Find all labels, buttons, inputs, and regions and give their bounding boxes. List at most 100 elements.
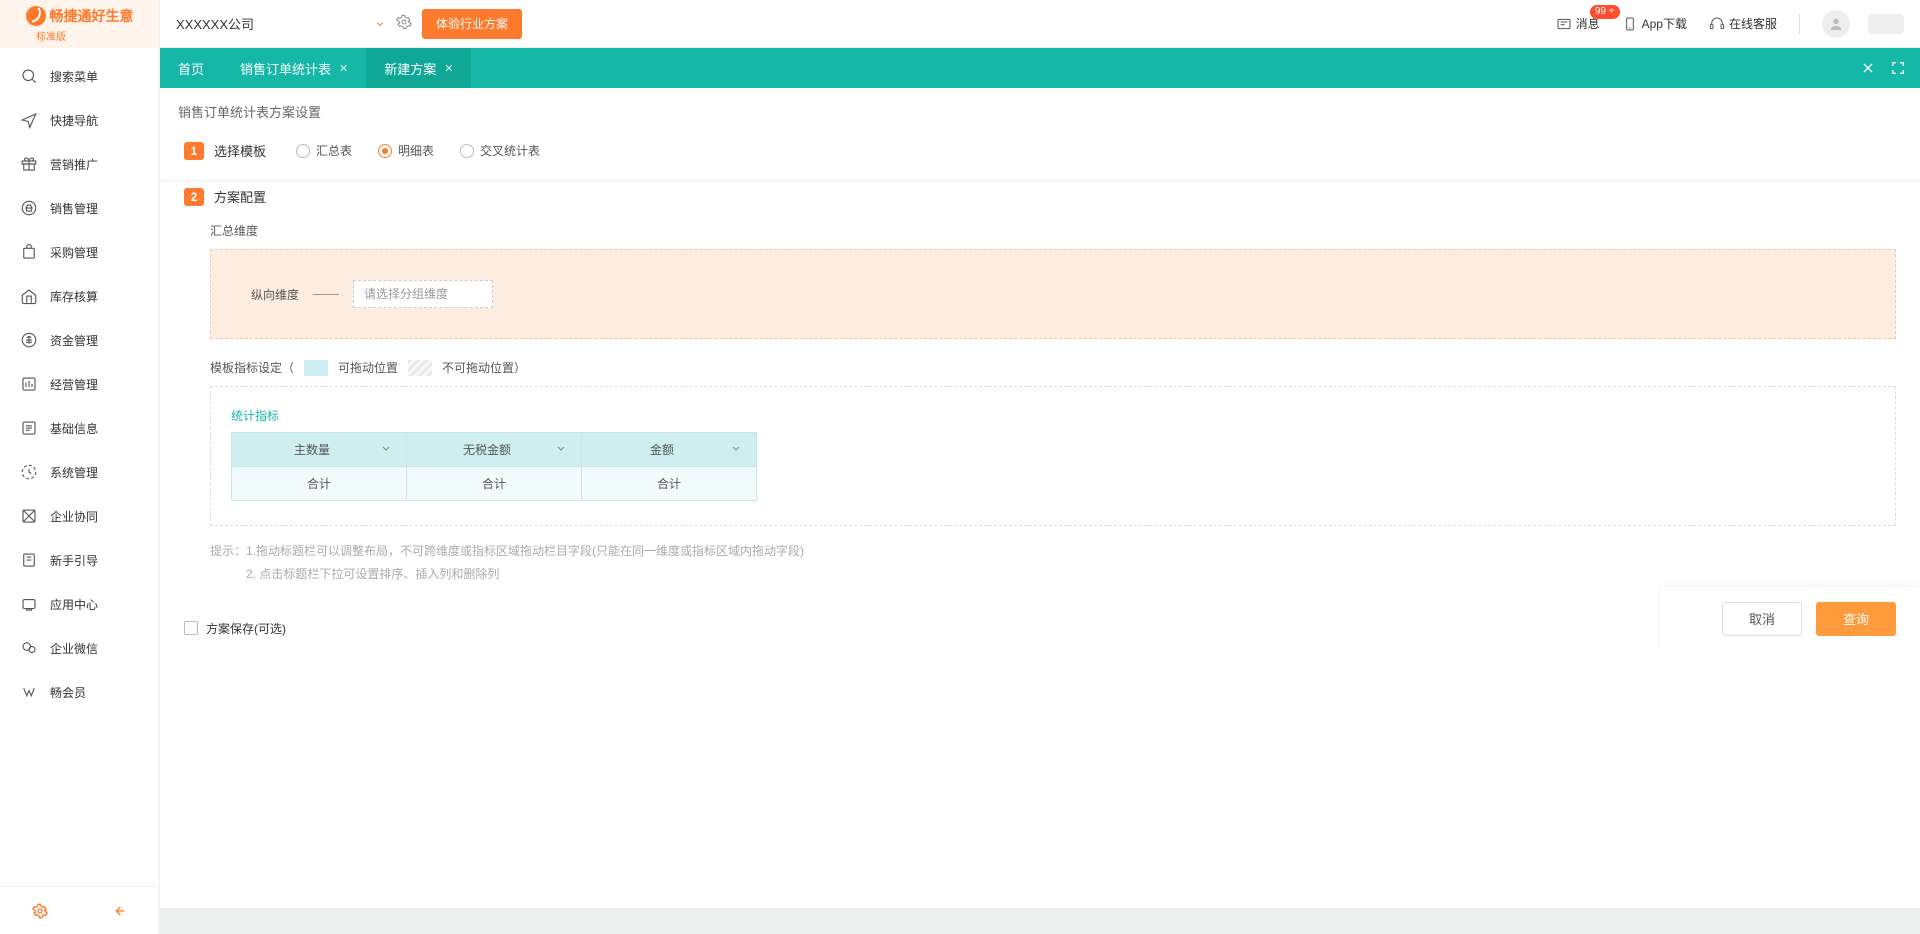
sidebar-item-wallet[interactable]: 资金管理: [0, 318, 159, 362]
sidebar-item-compass[interactable]: 快捷导航: [0, 98, 159, 142]
footer-actions: 取消 查询: [1660, 587, 1920, 651]
hint-prefix: 提示：: [210, 544, 246, 558]
query-button[interactable]: 查询: [1816, 602, 1896, 636]
sidebar-item-sync[interactable]: 系统管理: [0, 450, 159, 494]
sidebar-item-team[interactable]: 企业协同: [0, 494, 159, 538]
legend-swatch-fixed: [408, 360, 432, 376]
collapse-icon[interactable]: [110, 902, 128, 920]
company-selector[interactable]: XXXXXX公司: [176, 14, 386, 33]
sidebar-item-gift[interactable]: 营销推广: [0, 142, 159, 186]
step2-label: 方案配置: [214, 187, 266, 206]
chevron-down-icon[interactable]: [730, 442, 742, 457]
app-download-link[interactable]: App下载: [1622, 15, 1687, 32]
metrics-table: 主数量无税金额金额 合计合计合计: [231, 432, 757, 501]
wechat-icon: [20, 639, 38, 657]
fullscreen-icon[interactable]: [1890, 60, 1906, 76]
sidebar-item-search[interactable]: 搜索菜单: [0, 54, 159, 98]
legend-row: 模板指标设定（ 可拖动位置 不可拖动位置）: [210, 359, 1896, 376]
trial-button[interactable]: 体验行业方案: [422, 9, 522, 39]
metrics-title: 统计指标: [231, 407, 1875, 424]
sidebar-item-label: 营销推广: [50, 156, 98, 173]
legend-drag-label: 可拖动位置: [338, 359, 398, 376]
metrics-footer-cell: 合计: [232, 467, 407, 501]
topbar: XXXXXX公司 体验行业方案 消息 99 + App下载 在线客服: [160, 0, 1920, 48]
metrics-header-label: 金额: [650, 441, 674, 458]
support-link[interactable]: 在线客服: [1709, 15, 1777, 32]
metrics-header[interactable]: 主数量: [232, 433, 407, 467]
sidebar-item-label: 基础信息: [50, 420, 98, 437]
sidebar-item-label: 企业微信: [50, 640, 98, 657]
radio-icon: [378, 144, 392, 158]
brand-name: 畅捷通好生意: [50, 6, 134, 26]
dimension-line: [313, 294, 339, 295]
sidebar-item-label: 采购管理: [50, 244, 98, 261]
template-radio-group: 汇总表 明细表 交叉统计表: [296, 142, 540, 159]
settings-icon[interactable]: [31, 902, 49, 920]
close-icon[interactable]: ✕: [444, 62, 453, 75]
search-icon: [20, 67, 38, 85]
content: 销售订单统计表方案设置 1 选择模板 汇总表明细表交叉统计表 2 方案配置: [160, 88, 1920, 934]
tab-label: 新建方案: [384, 59, 436, 78]
sidebar-item-home[interactable]: 库存核算: [0, 274, 159, 318]
close-icon[interactable]: ✕: [339, 62, 348, 75]
tab[interactable]: 新建方案 ✕: [366, 48, 471, 88]
step2-section: 2 方案配置 汇总维度 纵向维度 请选择分组维度: [160, 181, 1920, 606]
sync-icon: [20, 463, 38, 481]
sidebar-item-label: 畅会员: [50, 684, 86, 701]
app-download-label: App下载: [1642, 15, 1687, 32]
sidebar-item-vip[interactable]: 畅会员: [0, 670, 159, 714]
gear-icon[interactable]: [396, 14, 412, 33]
dimension-title: 汇总维度: [210, 222, 1896, 239]
sidebar-item-list[interactable]: 基础信息: [0, 406, 159, 450]
save-checkbox[interactable]: [184, 621, 198, 635]
sidebar: 畅捷通好生意 标准版 搜索菜单快捷导航营销推广销售管理采购管理库存核算资金管理经…: [0, 0, 160, 934]
sidebar-item-chart[interactable]: 经营管理: [0, 362, 159, 406]
messages-link[interactable]: 消息 99 +: [1556, 15, 1600, 32]
company-name: XXXXXX公司: [176, 14, 254, 33]
tab-label: 首页: [178, 59, 204, 78]
sidebar-item-book[interactable]: 新手引导: [0, 538, 159, 582]
step1-label: 选择模板: [214, 141, 266, 160]
app-icon: [20, 595, 38, 613]
metrics-header[interactable]: 无税金额: [407, 433, 582, 467]
chevron-down-icon: [374, 18, 386, 30]
chevron-down-icon[interactable]: [555, 442, 567, 457]
template-radio[interactable]: 明细表: [378, 142, 434, 159]
tab[interactable]: 首页: [160, 48, 222, 88]
dimension-selector[interactable]: 请选择分组维度: [353, 280, 493, 308]
chevron-down-icon[interactable]: [380, 442, 392, 457]
sidebar-item-wechat[interactable]: 企业微信: [0, 626, 159, 670]
divider: [1799, 14, 1800, 34]
page-title: 销售订单统计表方案设置: [160, 88, 1920, 135]
sidebar-item-bag[interactable]: 采购管理: [0, 230, 159, 274]
user-menu[interactable]: [1868, 14, 1904, 34]
avatar[interactable]: [1822, 10, 1850, 38]
radio-label: 交叉统计表: [480, 142, 540, 159]
sidebar-item-label: 搜索菜单: [50, 68, 98, 85]
cancel-button[interactable]: 取消: [1722, 602, 1802, 636]
template-radio[interactable]: 交叉统计表: [460, 142, 540, 159]
logo[interactable]: 畅捷通好生意 标准版: [0, 0, 159, 48]
radio-icon: [460, 144, 474, 158]
sidebar-item-cart[interactable]: 销售管理: [0, 186, 159, 230]
legend-swatch-draggable: [304, 360, 328, 376]
metrics-container: 统计指标 主数量无税金额金额 合计合计合计: [210, 386, 1896, 526]
legend-nodrag-label: 不可拖动位置）: [442, 359, 526, 376]
compass-icon: [20, 111, 38, 129]
dimension-dropzone[interactable]: 纵向维度 请选择分组维度: [210, 249, 1896, 339]
sidebar-item-label: 库存核算: [50, 288, 98, 305]
template-radio[interactable]: 汇总表: [296, 142, 352, 159]
sidebar-item-label: 经营管理: [50, 376, 98, 393]
close-all-icon[interactable]: [1860, 60, 1876, 76]
tab[interactable]: 销售订单统计表✕: [222, 48, 366, 88]
vip-icon: [20, 683, 38, 701]
sidebar-item-app[interactable]: 应用中心: [0, 582, 159, 626]
step2-badge: 2: [184, 188, 204, 206]
chart-icon: [20, 375, 38, 393]
main: XXXXXX公司 体验行业方案 消息 99 + App下载 在线客服: [160, 0, 1920, 934]
book-icon: [20, 551, 38, 569]
metrics-header[interactable]: 金额: [582, 433, 757, 467]
messages-badge: 99 +: [1590, 5, 1620, 19]
sidebar-bottom: [0, 886, 159, 934]
hint-1: 1.拖动标题栏可以调整布局，不可跨维度或指标区域拖动栏目字段(只能在同一维度或指…: [246, 544, 804, 558]
